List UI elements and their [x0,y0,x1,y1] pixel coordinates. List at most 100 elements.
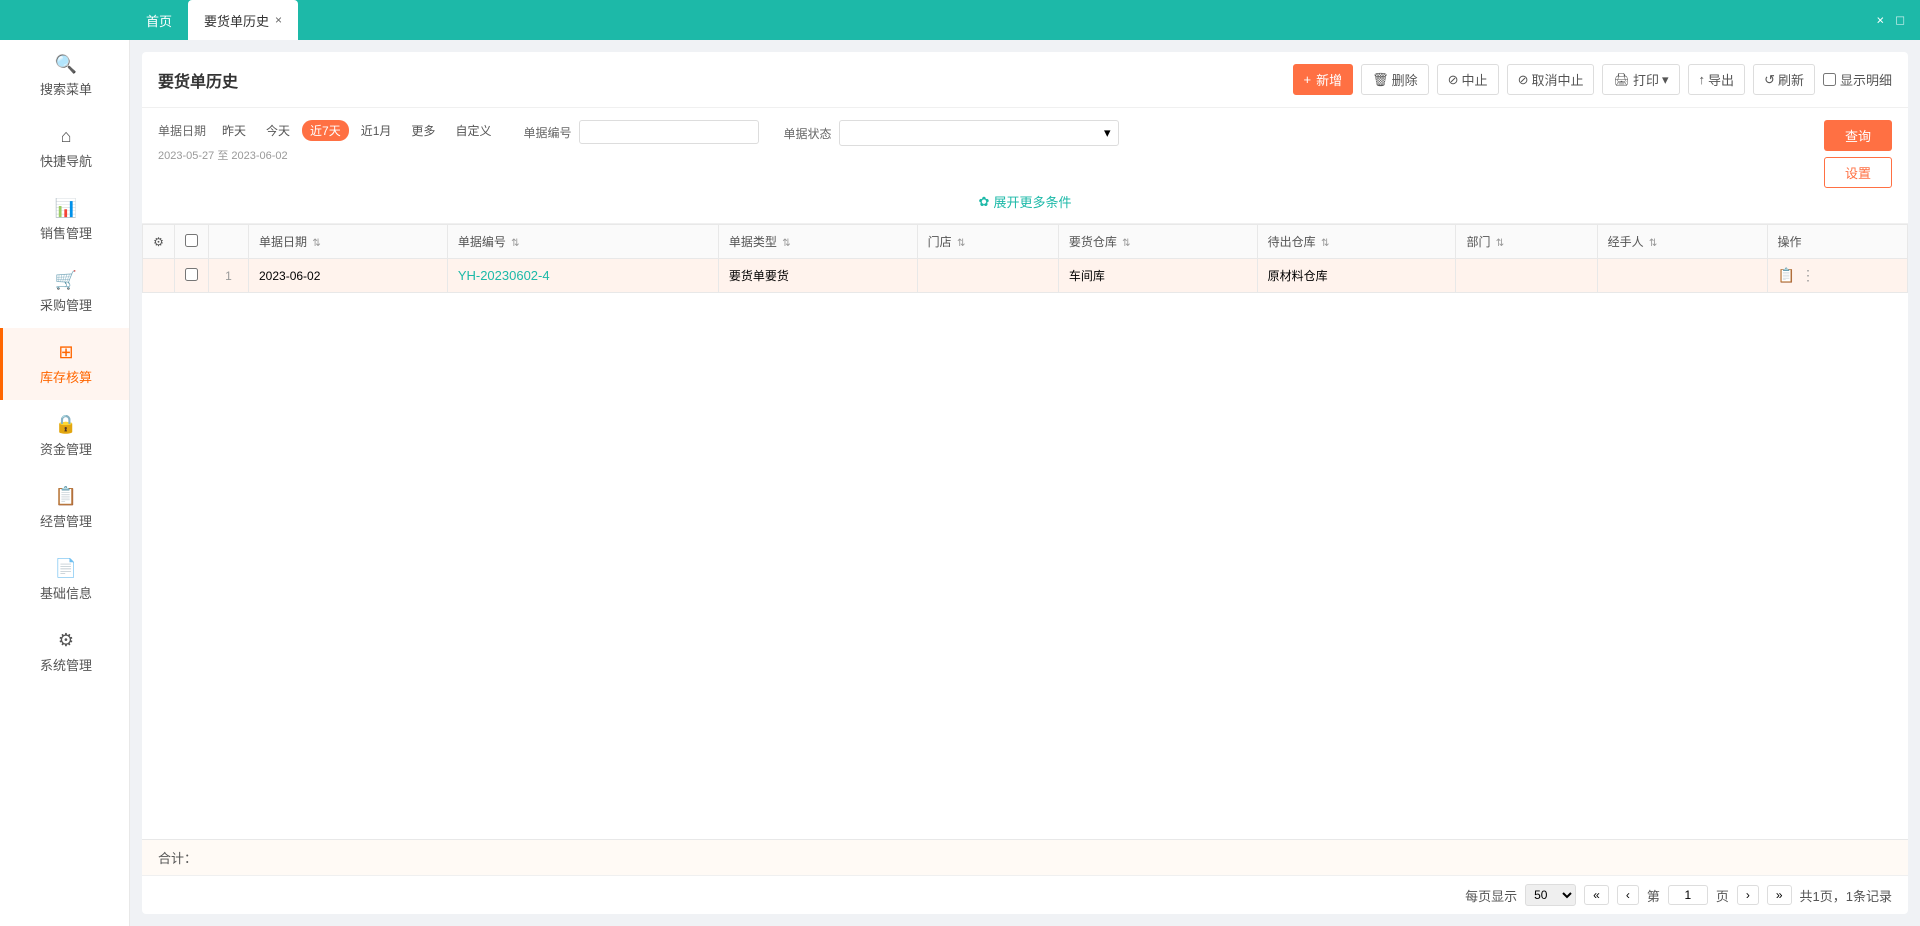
sidebar-item-basic[interactable]: 📄 基础信息 [0,544,129,616]
row-checkbox[interactable] [185,268,198,281]
table-row: 1 2023-06-02 YH-20230602-4 要货单要货 车间库 原材料… [143,259,1908,293]
status-filter-select[interactable]: ▾ [839,120,1119,146]
sidebar-label-operations: 经营管理 [40,511,92,530]
cancel-stop-icon: ⊘ [1518,72,1529,88]
sort-docno-icon: ⇅ [511,238,519,249]
date-shortcut-yesterday[interactable]: 昨天 [214,120,254,141]
per-page-select[interactable]: 50 100 200 [1525,884,1576,906]
sidebar-item-system[interactable]: ⚙ 系统管理 [0,616,129,688]
docno-link[interactable]: YH-20230602-4 [458,268,550,283]
first-page-button[interactable]: « [1584,885,1609,905]
col-doctype[interactable]: 单据类型 ⇅ [718,225,917,259]
inventory-icon: ⊞ [58,342,73,363]
sidebar-label-system: 系统管理 [40,655,92,674]
col-date[interactable]: 单据日期 ⇅ [249,225,448,259]
stop-icon: ⊘ [1448,72,1459,88]
sidebar-item-sales[interactable]: 📊 销售管理 [0,184,129,256]
display-detail-label: 显示明细 [1840,70,1892,89]
sidebar-item-inventory[interactable]: ⊞ 库存核算 [0,328,129,400]
sort-date-icon: ⇅ [312,238,320,249]
last-page-button[interactable]: » [1767,885,1792,905]
top-bar: + 新增 首页 要货单历史 × × □ [0,0,1920,40]
col-docno[interactable]: 单据编号 ⇅ [447,225,718,259]
page-input[interactable] [1668,885,1708,905]
row-settings [143,259,175,293]
page-label: 页 [1716,886,1729,905]
select-all-checkbox[interactable] [185,234,198,247]
print-button[interactable]: 🖨 打印 ▾ [1602,64,1679,95]
delete-button[interactable]: 🗑 删除 [1361,64,1429,95]
docno-filter-label: 单据编号 [523,124,571,141]
window-close-icon[interactable]: × [1877,13,1885,28]
cancel-stop-button[interactable]: ⊘ 取消中止 [1507,64,1595,95]
date-shortcut-today[interactable]: 今天 [258,120,298,141]
col-check [175,225,209,259]
delete-icon: 🗑 [1372,72,1389,88]
tab-home[interactable]: + 新增 首页 [130,0,188,40]
sidebar-label-search: 搜索菜单 [40,79,92,98]
sidebar-label-shortcut: 快捷导航 [40,151,92,170]
col-req-warehouse[interactable]: 要货仓库 ⇅ [1058,225,1257,259]
sidebar-item-operations[interactable]: 📋 经营管理 [0,472,129,544]
col-store[interactable]: 门店 ⇅ [917,225,1058,259]
col-handler[interactable]: 经手人 ⇅ [1597,225,1767,259]
stop-button[interactable]: ⊘ 中止 [1437,64,1499,95]
basic-icon: 📄 [55,558,77,579]
date-shortcut-1month[interactable]: 近1月 [353,120,400,141]
operations-icon: 📋 [55,486,77,507]
col-settings[interactable]: ⚙ [143,225,175,259]
tab-close-icon[interactable]: × [275,13,282,27]
tab-requisition-history[interactable]: 要货单历史 × [188,0,298,40]
sidebar-item-search[interactable]: 🔍 搜索菜单 [0,40,129,112]
sidebar-item-purchase[interactable]: 🛒 采购管理 [0,256,129,328]
sidebar-label-inventory: 库存核算 [40,367,92,386]
filter-main-row: 单据日期 昨天 今天 近7天 近1月 更多 自定义 2023-05-27 至 2… [158,120,1892,188]
date-filter-label: 单据日期 [158,122,206,139]
display-detail-checkbox[interactable] [1823,73,1836,86]
more-action-icon[interactable]: ⋮ [1801,267,1815,284]
filter-date-col: 单据日期 昨天 今天 近7天 近1月 更多 自定义 2023-05-27 至 2… [158,120,499,163]
col-dept[interactable]: 部门 ⇅ [1456,225,1597,259]
row-date: 2023-06-02 [249,259,448,293]
sort-pending-warehouse-icon: ⇅ [1321,238,1329,249]
display-detail-checkbox-wrap[interactable]: 显示明细 [1823,70,1892,89]
sort-store-icon: ⇅ [957,238,965,249]
sidebar-item-finance[interactable]: 🔒 资金管理 [0,400,129,472]
filter-status-col: 单据状态 ▾ [783,120,1119,146]
col-pending-warehouse[interactable]: 待出仓库 ⇅ [1257,225,1456,259]
col-num [209,225,249,259]
sidebar-label-basic: 基础信息 [40,583,92,602]
row-req-warehouse: 车间库 [1058,259,1257,293]
page-header: 要货单历史 + 新增 🗑 删除 ⊘ 中止 ⊘ [142,52,1908,108]
new-button[interactable]: + 新增 [1293,64,1354,95]
prev-page-button[interactable]: ‹ [1617,885,1639,905]
date-range-text: 2023-05-27 至 2023-06-02 [158,147,499,163]
expand-more-button[interactable]: ✿ 展开更多条件 [158,192,1892,211]
date-shortcut-7days[interactable]: 近7天 [302,120,349,141]
export-button[interactable]: ↑ 导出 [1688,64,1746,95]
footer-sum: 合计： [142,839,1908,875]
expand-more-icon: ✿ [979,194,990,210]
sort-req-warehouse-icon: ⇅ [1122,238,1130,249]
per-page-label: 每页显示 [1465,886,1517,905]
edit-action-icon[interactable]: 📋 [1778,267,1795,284]
filter-action-buttons: 查询 设置 [1824,120,1892,188]
sort-handler-icon: ⇅ [1649,238,1657,249]
refresh-button[interactable]: ↺ 刷新 [1753,64,1815,95]
sum-label: 合计： [158,848,197,867]
page-goto-label: 第 [1647,886,1660,905]
system-icon: ⚙ [58,630,74,651]
date-shortcut-more[interactable]: 更多 [403,120,443,141]
sales-icon: 📊 [55,198,77,219]
next-page-button[interactable]: › [1737,885,1759,905]
settings-button[interactable]: 设置 [1824,157,1892,188]
date-shortcut-custom[interactable]: 自定义 [447,120,499,141]
sidebar-item-shortcut[interactable]: ⌂ 快捷导航 [0,112,129,184]
docno-filter-input[interactable] [579,120,759,144]
refresh-icon: ↺ [1764,72,1775,88]
toolbar: + 新增 🗑 删除 ⊘ 中止 ⊘ 取消中止 [1293,64,1893,95]
window-maximize-icon[interactable]: □ [1896,13,1904,28]
finance-icon: 🔒 [55,414,77,435]
date-shortcuts: 昨天 今天 近7天 近1月 更多 自定义 [214,120,499,141]
query-button[interactable]: 查询 [1824,120,1892,151]
